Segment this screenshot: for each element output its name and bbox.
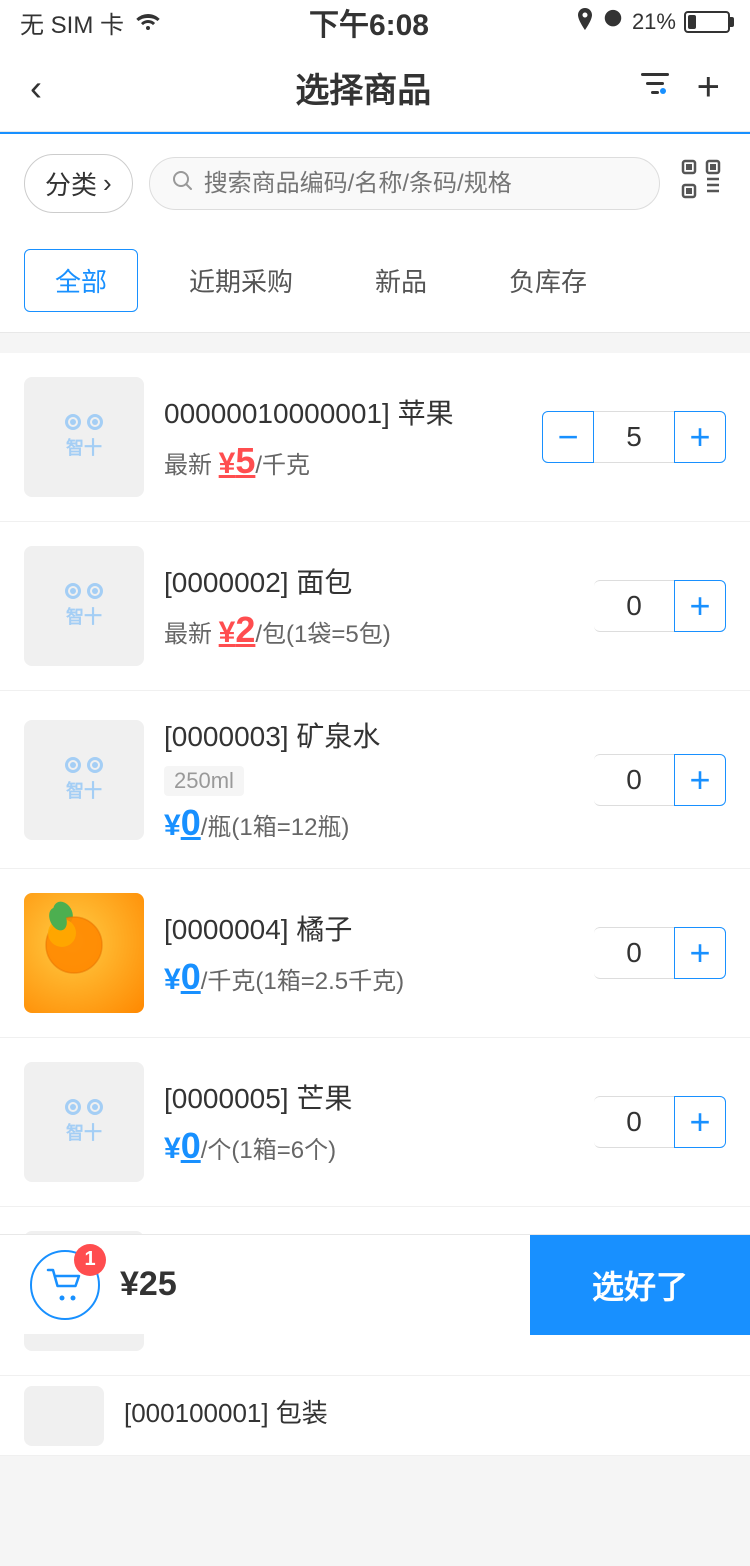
category-button[interactable]: 分类 › xyxy=(24,154,133,213)
quantity-input[interactable] xyxy=(594,411,674,463)
increase-button[interactable]: + xyxy=(674,580,726,632)
product-name: [000100001] 包装 xyxy=(124,1393,726,1430)
product-thumbnail xyxy=(24,893,144,1013)
increase-button[interactable]: + xyxy=(674,1096,726,1148)
product-info: [0000005] 芒果 ¥0/个(1箱=6个) xyxy=(164,1077,574,1167)
quantity-input[interactable] xyxy=(594,580,674,632)
product-item: 智十 [0000002] 面包 最新 ¥2/包(1袋=5包) + xyxy=(0,522,750,691)
decrease-button[interactable]: − xyxy=(542,411,594,463)
quantity-input[interactable] xyxy=(594,1096,674,1148)
nav-actions: + xyxy=(637,65,720,110)
product-item: 智十 [0000005] 芒果 ¥0/个(1箱=6个) + xyxy=(0,1038,750,1207)
increase-button[interactable]: + xyxy=(674,927,726,979)
search-box[interactable] xyxy=(149,157,660,210)
product-info: [0000004] 橘子 ¥0/千克(1箱=2.5千克) xyxy=(164,908,574,998)
scan-icon[interactable] xyxy=(676,158,726,210)
quantity-control: + xyxy=(594,927,726,979)
add-icon[interactable]: + xyxy=(697,65,720,110)
product-item-partial: [000100001] 包装 xyxy=(0,1376,750,1456)
search-input[interactable] xyxy=(204,170,639,198)
cart-section: 1 ¥25 xyxy=(0,1250,530,1320)
confirm-button[interactable]: 选好了 xyxy=(530,1235,750,1335)
status-right: 21% xyxy=(576,8,730,36)
quantity-input[interactable] xyxy=(594,927,674,979)
carrier-text: 无 SIM 卡 xyxy=(20,5,124,40)
product-price: ¥0/瓶(1箱=12瓶) xyxy=(164,802,574,844)
quantity-input[interactable] xyxy=(594,754,674,806)
product-name: [0000004] 橘子 xyxy=(164,908,574,948)
product-item: [0000004] 橘子 ¥0/千克(1箱=2.5千克) + xyxy=(0,869,750,1038)
quantity-control: + xyxy=(594,1096,726,1148)
tabs-row: 全部 近期采购 新品 负库存 xyxy=(0,233,750,333)
filter-icon[interactable] xyxy=(637,65,673,110)
chevron-right-icon: › xyxy=(103,168,112,199)
tab-recent[interactable]: 近期采购 xyxy=(158,249,324,312)
battery-percentage: 21% xyxy=(632,9,676,35)
quantity-control: + xyxy=(594,754,726,806)
product-info: 00000010000001] 苹果 最新 ¥5/千克 xyxy=(164,392,522,482)
wifi-icon xyxy=(134,8,162,37)
search-icon xyxy=(170,168,194,199)
product-thumbnail: 智十 xyxy=(24,720,144,840)
increase-button[interactable]: + xyxy=(674,411,726,463)
quantity-control: + xyxy=(594,580,726,632)
product-name: [0000002] 面包 xyxy=(164,561,574,601)
cart-icon-button[interactable]: 1 xyxy=(30,1250,100,1320)
quantity-control: − + xyxy=(542,411,726,463)
cart-badge: 1 xyxy=(74,1244,106,1276)
product-item: 智十 00000010000001] 苹果 最新 ¥5/千克 − + xyxy=(0,353,750,522)
product-name: 00000010000001] 苹果 xyxy=(164,392,522,432)
nav-bar: ‹ 选择商品 + xyxy=(0,44,750,132)
cart-total: ¥25 xyxy=(120,1265,177,1304)
tab-new[interactable]: 新品 xyxy=(344,249,458,312)
product-thumbnail: 智十 xyxy=(24,546,144,666)
product-spec: 250ml xyxy=(164,766,244,796)
status-time: 下午6:08 xyxy=(309,0,429,44)
product-price: 最新 ¥2/包(1袋=5包) xyxy=(164,609,574,651)
battery-icon xyxy=(684,11,730,33)
product-price: 最新 ¥5/千克 xyxy=(164,440,522,482)
filter-row: 分类 › xyxy=(0,134,750,233)
tab-negative-stock[interactable]: 负库存 xyxy=(478,249,618,312)
product-name: [0000003] 矿泉水 xyxy=(164,715,574,755)
product-price: ¥0/千克(1箱=2.5千克) xyxy=(164,956,574,998)
product-price: ¥0/个(1箱=6个) xyxy=(164,1125,574,1167)
product-thumbnail xyxy=(24,1386,104,1446)
alarm-icon xyxy=(602,8,624,36)
bottom-bar: 1 ¥25 选好了 xyxy=(0,1234,750,1334)
location-icon xyxy=(576,8,594,36)
product-info: [0000002] 面包 最新 ¥2/包(1袋=5包) xyxy=(164,561,574,651)
product-info: [000100001] 包装 xyxy=(124,1393,726,1438)
status-bar: 无 SIM 卡 下午6:08 21% xyxy=(0,0,750,44)
product-name: [0000005] 芒果 xyxy=(164,1077,574,1117)
product-info: [0000003] 矿泉水 250ml ¥0/瓶(1箱=12瓶) xyxy=(164,715,574,844)
tab-all[interactable]: 全部 xyxy=(24,249,138,312)
back-button[interactable]: ‹ xyxy=(30,67,90,109)
status-carrier: 无 SIM 卡 xyxy=(20,5,162,40)
category-label: 分类 xyxy=(45,165,97,202)
product-thumbnail: 智十 xyxy=(24,1062,144,1182)
increase-button[interactable]: + xyxy=(674,754,726,806)
product-thumbnail: 智十 xyxy=(24,377,144,497)
page-title: 选择商品 xyxy=(295,63,431,112)
product-item: 智十 [0000003] 矿泉水 250ml ¥0/瓶(1箱=12瓶) + xyxy=(0,691,750,869)
